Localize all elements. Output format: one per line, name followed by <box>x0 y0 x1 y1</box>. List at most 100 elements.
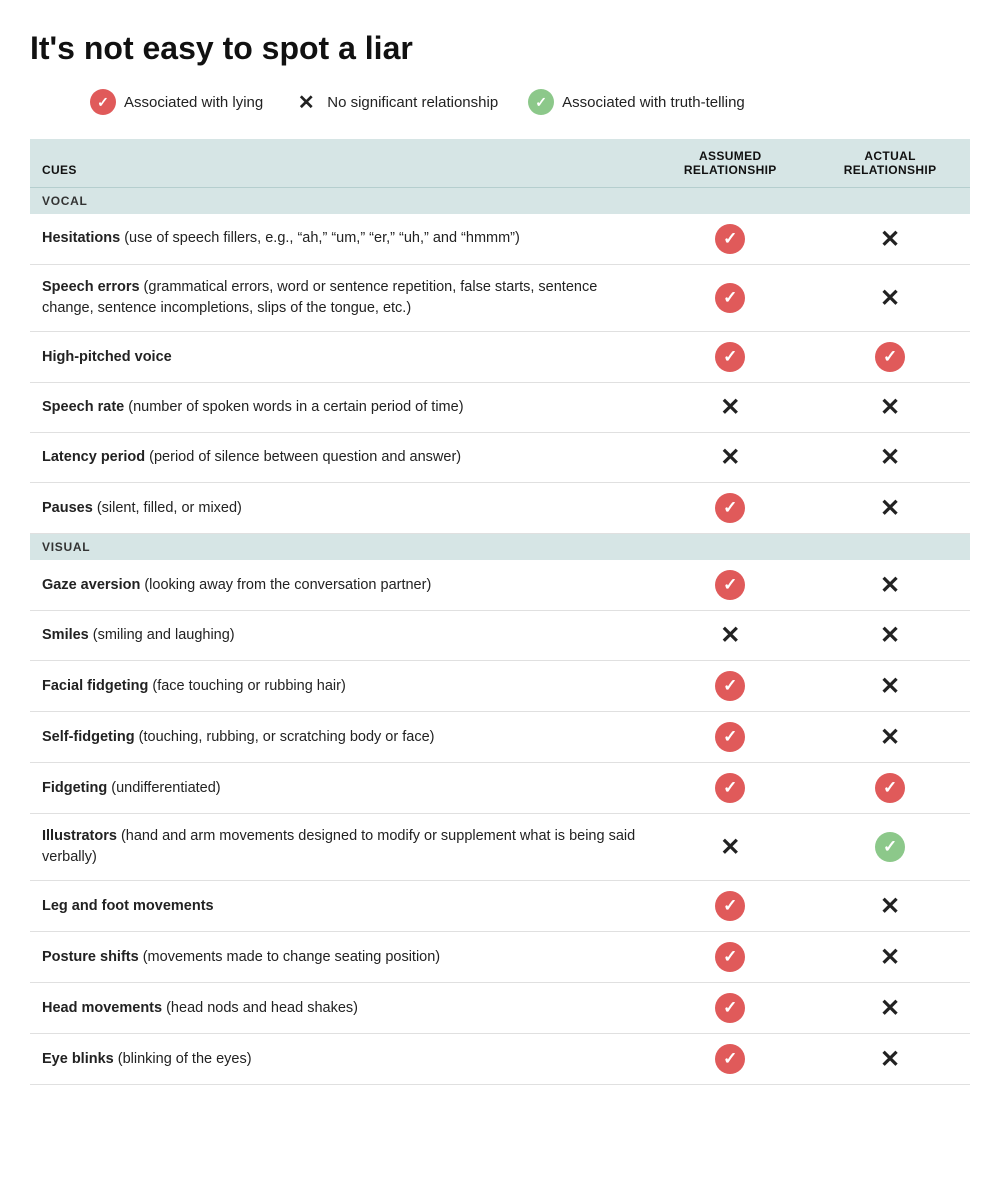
table-row: Speech rate (number of spoken words in a… <box>30 383 970 433</box>
x-black-symbol: ✕ <box>880 443 900 472</box>
section-label-visual: VISUAL <box>30 534 970 561</box>
check-red-symbol: ✓ <box>715 773 745 803</box>
cue-cell-smiles: Smiles (smiling and laughing) <box>30 611 650 661</box>
actual-cell-head-movements: ✕ <box>810 983 970 1034</box>
table-row: Smiles (smiling and laughing) ✕ ✕ <box>30 611 970 661</box>
actual-cell-fidgeting: ✓ <box>810 763 970 814</box>
x-black-symbol: ✕ <box>880 672 900 701</box>
check-red-symbol: ✓ <box>715 993 745 1023</box>
check-red-symbol: ✓ <box>715 342 745 372</box>
check-red-symbol: ✓ <box>715 671 745 701</box>
col-header-assumed: ASSUMED RELATIONSHIP <box>650 139 810 188</box>
legend-item-truth: ✓ Associated with truth-telling <box>528 89 745 115</box>
table-row: Facial fidgeting (face touching or rubbi… <box>30 661 970 712</box>
assumed-cell-speech-rate: ✕ <box>650 383 810 433</box>
x-black-icon: ✕ <box>293 89 319 115</box>
actual-cell-leg-foot: ✕ <box>810 881 970 932</box>
check-green-symbol: ✓ <box>875 832 905 862</box>
table-row: Latency period (period of silence betwee… <box>30 433 970 483</box>
assumed-cell-speech-errors: ✓ <box>650 265 810 332</box>
actual-cell-latency-period: ✕ <box>810 433 970 483</box>
check-red-symbol: ✓ <box>715 283 745 313</box>
cue-cell-high-pitched-voice: High-pitched voice <box>30 332 650 383</box>
table-row: Illustrators (hand and arm movements des… <box>30 814 970 881</box>
x-black-symbol: ✕ <box>880 571 900 600</box>
cue-cell-leg-foot: Leg and foot movements <box>30 881 650 932</box>
table-row: Eye blinks (blinking of the eyes)✓✕ <box>30 1034 970 1085</box>
table-row: Fidgeting (undifferentiated) ✓ ✓ <box>30 763 970 814</box>
section-header-vocal: VOCAL <box>30 188 970 215</box>
x-black-symbol: ✕ <box>880 892 900 921</box>
table-row: Speech errors (grammatical errors, word … <box>30 265 970 332</box>
cue-cell-head-movements: Head movements (head nods and head shake… <box>30 983 650 1034</box>
cue-cell-facial-fidgeting: Facial fidgeting (face touching or rubbi… <box>30 661 650 712</box>
cue-cell-self-fidgeting: Self-fidgeting (touching, rubbing, or sc… <box>30 712 650 763</box>
assumed-cell-hesitations: ✓ <box>650 214 810 265</box>
check-red-symbol: ✓ <box>715 570 745 600</box>
table-row: High-pitched voice ✓ ✓ <box>30 332 970 383</box>
table-header-row: CUES ASSUMED RELATIONSHIP ACTUAL RELATIO… <box>30 139 970 188</box>
actual-cell-illustrators: ✓ <box>810 814 970 881</box>
check-red-symbol: ✓ <box>875 342 905 372</box>
x-black-symbol: ✕ <box>880 284 900 313</box>
actual-cell-speech-errors: ✕ <box>810 265 970 332</box>
check-red-symbol: ✓ <box>875 773 905 803</box>
cue-cell-speech-errors: Speech errors (grammatical errors, word … <box>30 265 650 332</box>
cue-cell-speech-rate: Speech rate (number of spoken words in a… <box>30 383 650 433</box>
cue-cell-latency-period: Latency period (period of silence betwee… <box>30 433 650 483</box>
check-red-symbol: ✓ <box>715 891 745 921</box>
cue-cell-fidgeting: Fidgeting (undifferentiated) <box>30 763 650 814</box>
x-black-symbol: ✕ <box>880 994 900 1023</box>
cue-cell-hesitations: Hesitations (use of speech fillers, e.g.… <box>30 214 650 265</box>
assumed-cell-leg-foot: ✓ <box>650 881 810 932</box>
table-row: Self-fidgeting (touching, rubbing, or sc… <box>30 712 970 763</box>
x-black-symbol: ✕ <box>880 621 900 650</box>
x-black-symbol: ✕ <box>880 943 900 972</box>
check-red-symbol: ✓ <box>715 942 745 972</box>
table-row: Gaze aversion (looking away from the con… <box>30 560 970 611</box>
actual-cell-high-pitched-voice: ✓ <box>810 332 970 383</box>
table-row: Pauses (silent, filled, or mixed)✓ ✕ <box>30 483 970 534</box>
col-header-actual: ACTUAL RELATIONSHIP <box>810 139 970 188</box>
col-header-cues: CUES <box>30 139 650 188</box>
assumed-cell-high-pitched-voice: ✓ <box>650 332 810 383</box>
actual-cell-facial-fidgeting: ✕ <box>810 661 970 712</box>
assumed-cell-illustrators: ✕ <box>650 814 810 881</box>
actual-cell-self-fidgeting: ✕ <box>810 712 970 763</box>
check-green-icon: ✓ <box>528 89 554 115</box>
legend-label-truth: Associated with truth-telling <box>562 94 745 111</box>
cue-cell-illustrators: Illustrators (hand and arm movements des… <box>30 814 650 881</box>
assumed-cell-gaze-aversion: ✓ <box>650 560 810 611</box>
assumed-cell-pauses: ✓ <box>650 483 810 534</box>
assumed-cell-fidgeting: ✓ <box>650 763 810 814</box>
cue-cell-gaze-aversion: Gaze aversion (looking away from the con… <box>30 560 650 611</box>
x-black-symbol: ✕ <box>720 833 740 862</box>
assumed-cell-self-fidgeting: ✓ <box>650 712 810 763</box>
assumed-cell-facial-fidgeting: ✓ <box>650 661 810 712</box>
legend: ✓ Associated with lying ✕ No significant… <box>30 89 970 115</box>
x-black-symbol: ✕ <box>880 1045 900 1074</box>
actual-cell-gaze-aversion: ✕ <box>810 560 970 611</box>
x-black-symbol: ✕ <box>880 393 900 422</box>
page-title: It's not easy to spot a liar <box>30 30 970 67</box>
legend-label-no-significant: No significant relationship <box>327 94 498 111</box>
assumed-cell-smiles: ✕ <box>650 611 810 661</box>
x-black-symbol: ✕ <box>720 393 740 422</box>
check-red-symbol: ✓ <box>715 722 745 752</box>
x-black-symbol: ✕ <box>880 494 900 523</box>
actual-cell-speech-rate: ✕ <box>810 383 970 433</box>
assumed-cell-head-movements: ✓ <box>650 983 810 1034</box>
section-label-vocal: VOCAL <box>30 188 970 215</box>
table-row: Posture shifts (movements made to change… <box>30 932 970 983</box>
legend-item-lying: ✓ Associated with lying <box>90 89 263 115</box>
actual-cell-eye-blinks: ✕ <box>810 1034 970 1085</box>
check-red-symbol: ✓ <box>715 224 745 254</box>
table-row: Leg and foot movements ✓ ✕ <box>30 881 970 932</box>
x-black-symbol: ✕ <box>880 723 900 752</box>
assumed-cell-eye-blinks: ✓ <box>650 1034 810 1085</box>
main-table: CUES ASSUMED RELATIONSHIP ACTUAL RELATIO… <box>30 139 970 1085</box>
cue-cell-pauses: Pauses (silent, filled, or mixed) <box>30 483 650 534</box>
x-black-symbol: ✕ <box>720 621 740 650</box>
cue-cell-posture-shifts: Posture shifts (movements made to change… <box>30 932 650 983</box>
section-header-visual: VISUAL <box>30 534 970 561</box>
